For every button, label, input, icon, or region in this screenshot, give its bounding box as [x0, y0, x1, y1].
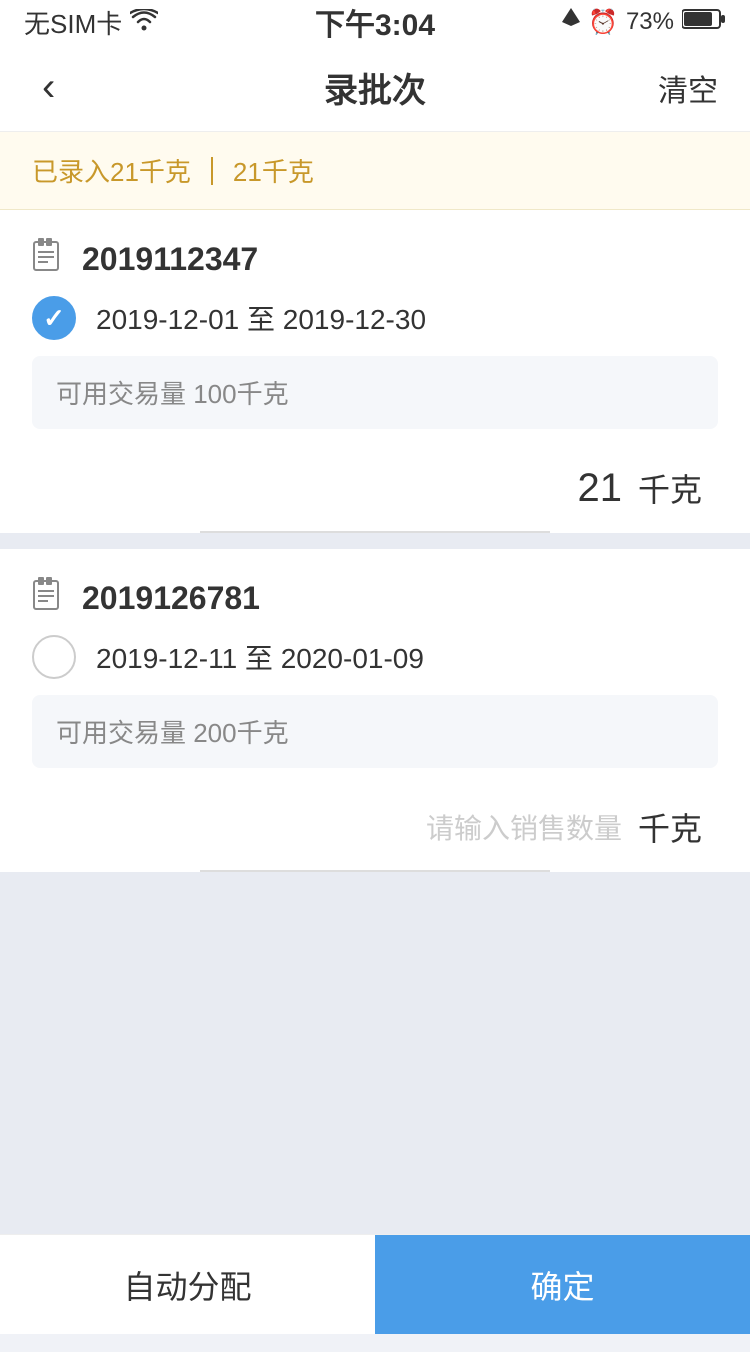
batch-1-icon: [32, 238, 66, 280]
batch-1-checkbox[interactable]: [32, 296, 76, 340]
batch-1-date: 2019-12-01 至 2019-12-30: [96, 298, 426, 338]
alarm-icon: ⏰: [588, 8, 618, 37]
recorded-value: 21千克: [233, 152, 314, 189]
nav-bar: ‹ 录批次 清空: [0, 44, 750, 132]
batch-1-header: 2019112347: [0, 210, 750, 280]
banner-divider: [211, 157, 213, 185]
status-time: 下午3:04: [315, 0, 435, 44]
batch-1-amount-unit: 千克: [638, 465, 702, 511]
auto-distribute-button[interactable]: 自动分配: [0, 1235, 375, 1334]
confirm-button[interactable]: 确定: [375, 1235, 750, 1334]
batch-2-date: 2019-12-11 至 2020-01-09: [96, 637, 424, 677]
batch-2-input-placeholder[interactable]: 请输入销售数量: [426, 807, 622, 847]
wifi-icon: [130, 7, 158, 38]
batch-1-trade-volume: 可用交易量 100千克: [32, 356, 718, 429]
batch-1-date-row[interactable]: 2019-12-01 至 2019-12-30: [0, 280, 750, 356]
section-divider: [0, 533, 750, 549]
batch-2-id: 2019126781: [82, 580, 260, 617]
batch-card-2: 2019126781 2019-12-11 至 2020-01-09 可用交易量…: [0, 549, 750, 872]
status-left: 无SIM卡: [24, 4, 158, 41]
page-title: 录批次: [324, 63, 426, 112]
location-icon: [562, 8, 580, 37]
batch-2-input-unit: 千克: [638, 804, 702, 850]
batch-card-1: 2019112347 2019-12-01 至 2019-12-30 可用交易量…: [0, 210, 750, 533]
back-button[interactable]: ‹: [32, 55, 65, 120]
clear-button[interactable]: 清空: [658, 66, 718, 110]
batch-2-checkbox[interactable]: [32, 635, 76, 679]
status-bar: 无SIM卡 下午3:04 ⏰ 73%: [0, 0, 750, 44]
batch-1-id: 2019112347: [82, 241, 258, 278]
battery-icon: [682, 8, 726, 37]
empty-content-area: [0, 872, 750, 1252]
battery-text: 73%: [626, 8, 674, 36]
batch-1-amount-row: 21 千克: [0, 445, 750, 531]
batch-2-amount-row[interactable]: 请输入销售数量 千克: [0, 784, 750, 870]
batch-2-date-row[interactable]: 2019-12-11 至 2020-01-09: [0, 619, 750, 695]
batch-2-icon: [32, 577, 66, 619]
batch-1-amount-value[interactable]: 21: [577, 466, 622, 511]
batch-2-trade-volume: 可用交易量 200千克: [32, 695, 718, 768]
batch-2-header: 2019126781: [0, 549, 750, 619]
info-banner: 已录入21千克 21千克: [0, 132, 750, 210]
bottom-bar: 自动分配 确定: [0, 1234, 750, 1334]
recorded-label: 已录入21千克: [32, 152, 191, 189]
status-right: ⏰ 73%: [562, 8, 726, 37]
carrier-text: 无SIM卡: [24, 4, 122, 41]
